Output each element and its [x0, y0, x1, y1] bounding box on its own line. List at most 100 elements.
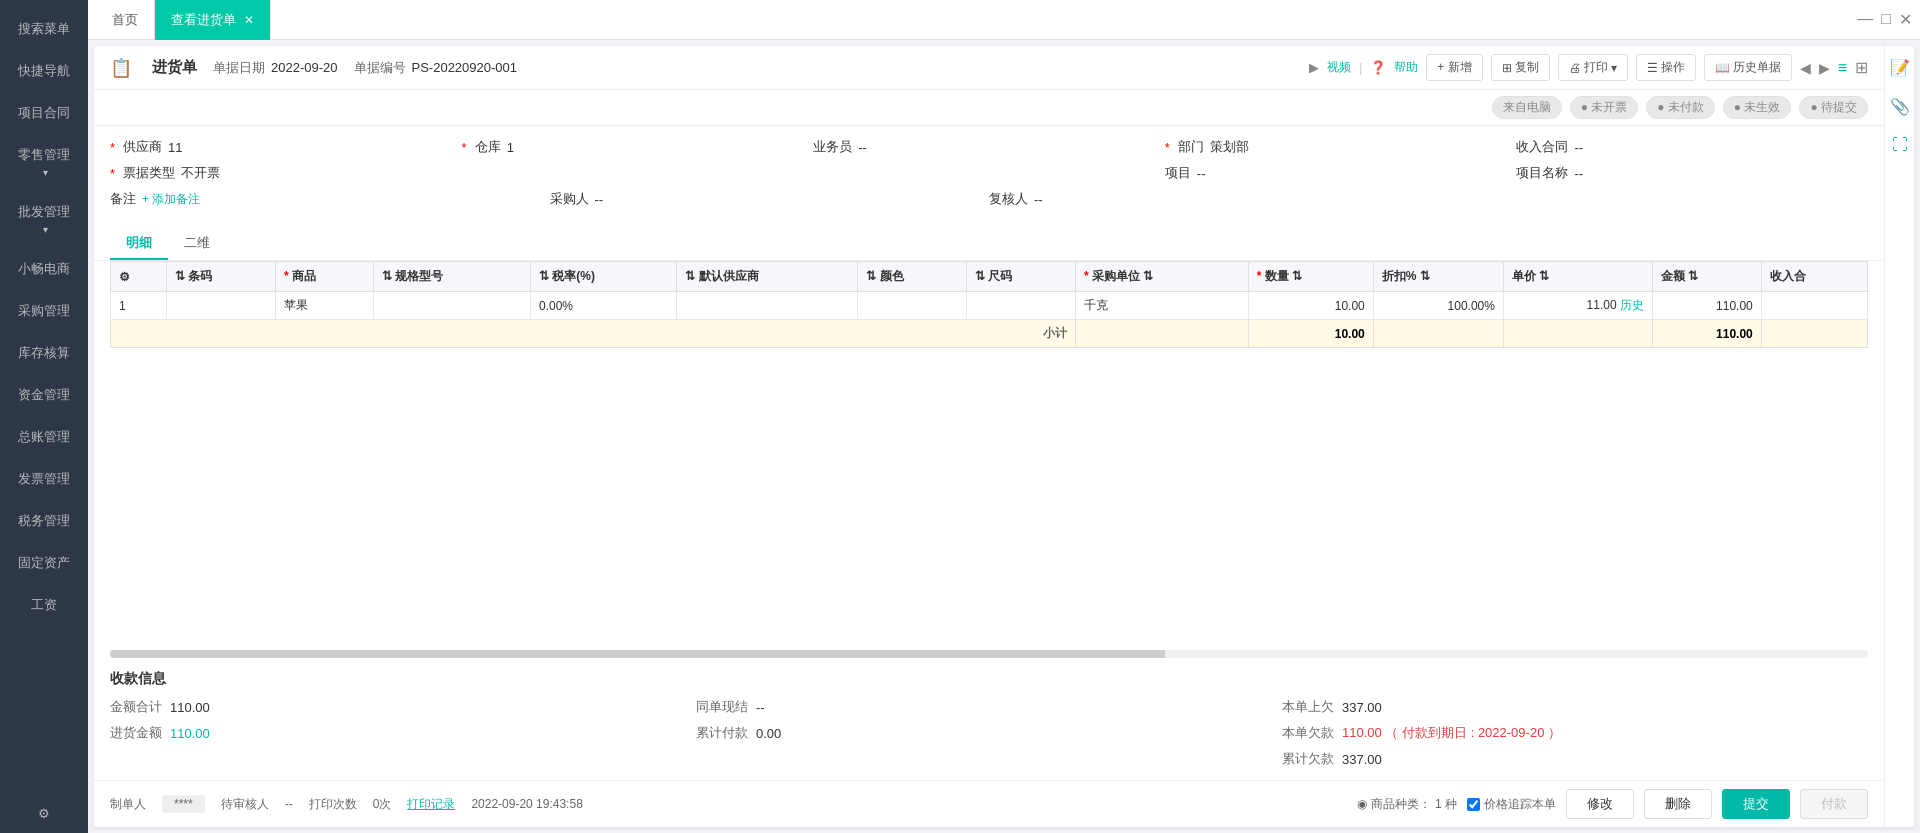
- help-link[interactable]: 帮助: [1394, 59, 1418, 76]
- view-grid-icon[interactable]: ⊞: [1855, 58, 1868, 77]
- cell-default-supplier[interactable]: [677, 292, 858, 320]
- operate-icon: ☰: [1647, 61, 1658, 75]
- maximize-btn[interactable]: □: [1881, 10, 1891, 29]
- sidebar-item-retail-mgmt[interactable]: 零售管理: [0, 134, 88, 191]
- project-label: 项目: [1165, 164, 1191, 182]
- th-qty: * 数量 ⇅: [1248, 262, 1373, 292]
- price-tracking-field[interactable]: 价格追踪本单: [1467, 796, 1556, 813]
- print-btn[interactable]: 🖨 打印 ▾: [1558, 54, 1628, 81]
- dept-group: * 部门 策划部: [1165, 138, 1517, 156]
- warehouse-value[interactable]: 1: [507, 140, 514, 155]
- edit-right-icon[interactable]: 📝: [1886, 54, 1914, 81]
- project-name-value[interactable]: --: [1574, 166, 1583, 181]
- print-arrow-icon: ▾: [1611, 61, 1617, 75]
- delete-btn[interactable]: 删除: [1644, 789, 1712, 819]
- purchase-amount-label: 进货金额: [110, 724, 162, 742]
- view-list-icon[interactable]: ≡: [1838, 59, 1847, 77]
- subtotal-qty: 10.00: [1248, 320, 1373, 348]
- product-type-field: ◉ 商品种类： 1 种: [1357, 796, 1457, 813]
- cumulative-paid-label: 累计付款: [696, 724, 748, 742]
- print-record-link[interactable]: 打印记录: [407, 796, 455, 813]
- history-link[interactable]: 历史: [1620, 298, 1644, 312]
- sidebar-item-tax-mgmt[interactable]: 税务管理: [0, 500, 88, 542]
- tab-home[interactable]: 首页: [96, 0, 155, 40]
- staff-value[interactable]: --: [858, 140, 867, 155]
- close-btn[interactable]: ✕: [1899, 10, 1912, 29]
- not-effective-pill[interactable]: ● 未生效: [1723, 96, 1792, 119]
- total-amount-value: 110.00: [170, 700, 210, 715]
- sidebar-item-ecommerce[interactable]: 小畅电商: [0, 248, 88, 290]
- tab-view-purchase[interactable]: 查看进货单 ✕: [155, 0, 271, 40]
- from-pc-label: 来自电脑: [1503, 100, 1551, 114]
- nav-right-icon[interactable]: ▶: [1819, 60, 1830, 76]
- dept-value[interactable]: 策划部: [1210, 138, 1249, 156]
- project-value[interactable]: --: [1197, 166, 1206, 181]
- income-contract-value[interactable]: --: [1574, 140, 1583, 155]
- tab-2d[interactable]: 二维: [168, 228, 226, 260]
- history-label: 历史单据: [1733, 59, 1781, 76]
- table-wrapper: ⚙ ⇅ 条码 * 商品: [94, 261, 1884, 650]
- minimize-btn[interactable]: —: [1857, 10, 1873, 29]
- sidebar-item-label: 资金管理: [4, 386, 84, 404]
- cell-color[interactable]: [858, 292, 967, 320]
- clip-right-icon[interactable]: 📎: [1886, 93, 1914, 120]
- sidebar-item-wholesale-mgmt[interactable]: 批发管理: [0, 191, 88, 248]
- cell-tax-rate[interactable]: 0.00%: [531, 292, 677, 320]
- cell-barcode[interactable]: [167, 292, 276, 320]
- add-remark-btn[interactable]: + 添加备注: [142, 191, 200, 208]
- copy-btn[interactable]: ⊞ 复制: [1491, 54, 1550, 81]
- dept-label: 部门: [1178, 138, 1204, 156]
- nav-left-icon[interactable]: ◀: [1800, 60, 1811, 76]
- cell-qty[interactable]: 10.00: [1248, 292, 1373, 320]
- creator-value: ****: [162, 795, 205, 813]
- cell-discount[interactable]: 100.00%: [1373, 292, 1503, 320]
- expand-right-icon[interactable]: ⛶: [1888, 132, 1912, 158]
- reviewer-value[interactable]: --: [1034, 192, 1043, 207]
- sidebar-item-search-menu[interactable]: 搜索菜单: [0, 8, 88, 50]
- not-invoiced-pill[interactable]: ● 未开票: [1570, 96, 1639, 119]
- sidebar-item-quick-nav[interactable]: 快捷导航: [0, 50, 88, 92]
- footer: 制单人 **** 待审核人 -- 打印次数 0次 打印记录 2022-09-20…: [94, 780, 1884, 827]
- from-pc-pill[interactable]: 来自电脑: [1492, 96, 1562, 119]
- video-link[interactable]: 视频: [1327, 59, 1351, 76]
- th-spec: ⇅ 规格型号: [374, 262, 531, 292]
- operate-btn[interactable]: ☰ 操作: [1636, 54, 1696, 81]
- cell-size[interactable]: [967, 292, 1076, 320]
- sidebar-item-invoice-mgmt[interactable]: 发票管理: [0, 458, 88, 500]
- due-date-value: 2022-09-20: [1478, 725, 1545, 740]
- tab-close-btn[interactable]: ✕: [244, 13, 254, 27]
- supplier-group: * 供应商 11: [110, 138, 462, 156]
- sidebar-item-fixed-assets[interactable]: 固定资产: [0, 542, 88, 584]
- footer-actions: ◉ 商品种类： 1 种 价格追踪本单 修改 删除 提交 付款: [1357, 789, 1868, 819]
- submit-btn[interactable]: 提交: [1722, 789, 1790, 819]
- cell-income-link[interactable]: [1761, 292, 1867, 320]
- th-settings[interactable]: ⚙: [111, 262, 167, 292]
- not-paid-pill[interactable]: ● 未付款: [1646, 96, 1715, 119]
- price-tracking-checkbox[interactable]: [1467, 798, 1480, 811]
- supplier-value[interactable]: 11: [168, 140, 182, 155]
- ticket-type-value[interactable]: 不开票: [181, 164, 220, 182]
- cell-spec[interactable]: [374, 292, 531, 320]
- sidebar-item-inventory-calc[interactable]: 库存核算: [0, 332, 88, 374]
- sidebar-item-purchase-mgmt[interactable]: 采购管理: [0, 290, 88, 332]
- sidebar-item-salary[interactable]: 工资: [0, 584, 88, 626]
- pay-btn[interactable]: 付款: [1800, 789, 1868, 819]
- sidebar-item-capital-mgmt[interactable]: 资金管理: [0, 374, 88, 416]
- tab-detail[interactable]: 明细: [110, 228, 168, 260]
- cell-product[interactable]: 苹果: [275, 292, 373, 320]
- sidebar-item-project-contract[interactable]: 项目合同: [0, 92, 88, 134]
- new-btn[interactable]: + 新增: [1426, 54, 1482, 81]
- cell-unit[interactable]: 千克: [1075, 292, 1248, 320]
- sidebar-item-general-ledger[interactable]: 总账管理: [0, 416, 88, 458]
- history-btn[interactable]: 📖 历史单据: [1704, 54, 1792, 81]
- th-unit-price: 单价 ⇅: [1503, 262, 1652, 292]
- sidebar-settings-btn[interactable]: ⚙: [0, 794, 88, 833]
- modify-btn[interactable]: 修改: [1566, 789, 1634, 819]
- subtotal-amount: 110.00: [1652, 320, 1761, 348]
- th-tax-rate: ⇅ 税率(%): [531, 262, 677, 292]
- sort-icon: ⇅: [975, 269, 985, 283]
- buyer-value[interactable]: --: [595, 192, 604, 207]
- pending-submit-pill[interactable]: ● 待提交: [1799, 96, 1868, 119]
- purchase-table: ⚙ ⇅ 条码 * 商品: [110, 261, 1868, 348]
- scroll-indicator[interactable]: [110, 650, 1868, 658]
